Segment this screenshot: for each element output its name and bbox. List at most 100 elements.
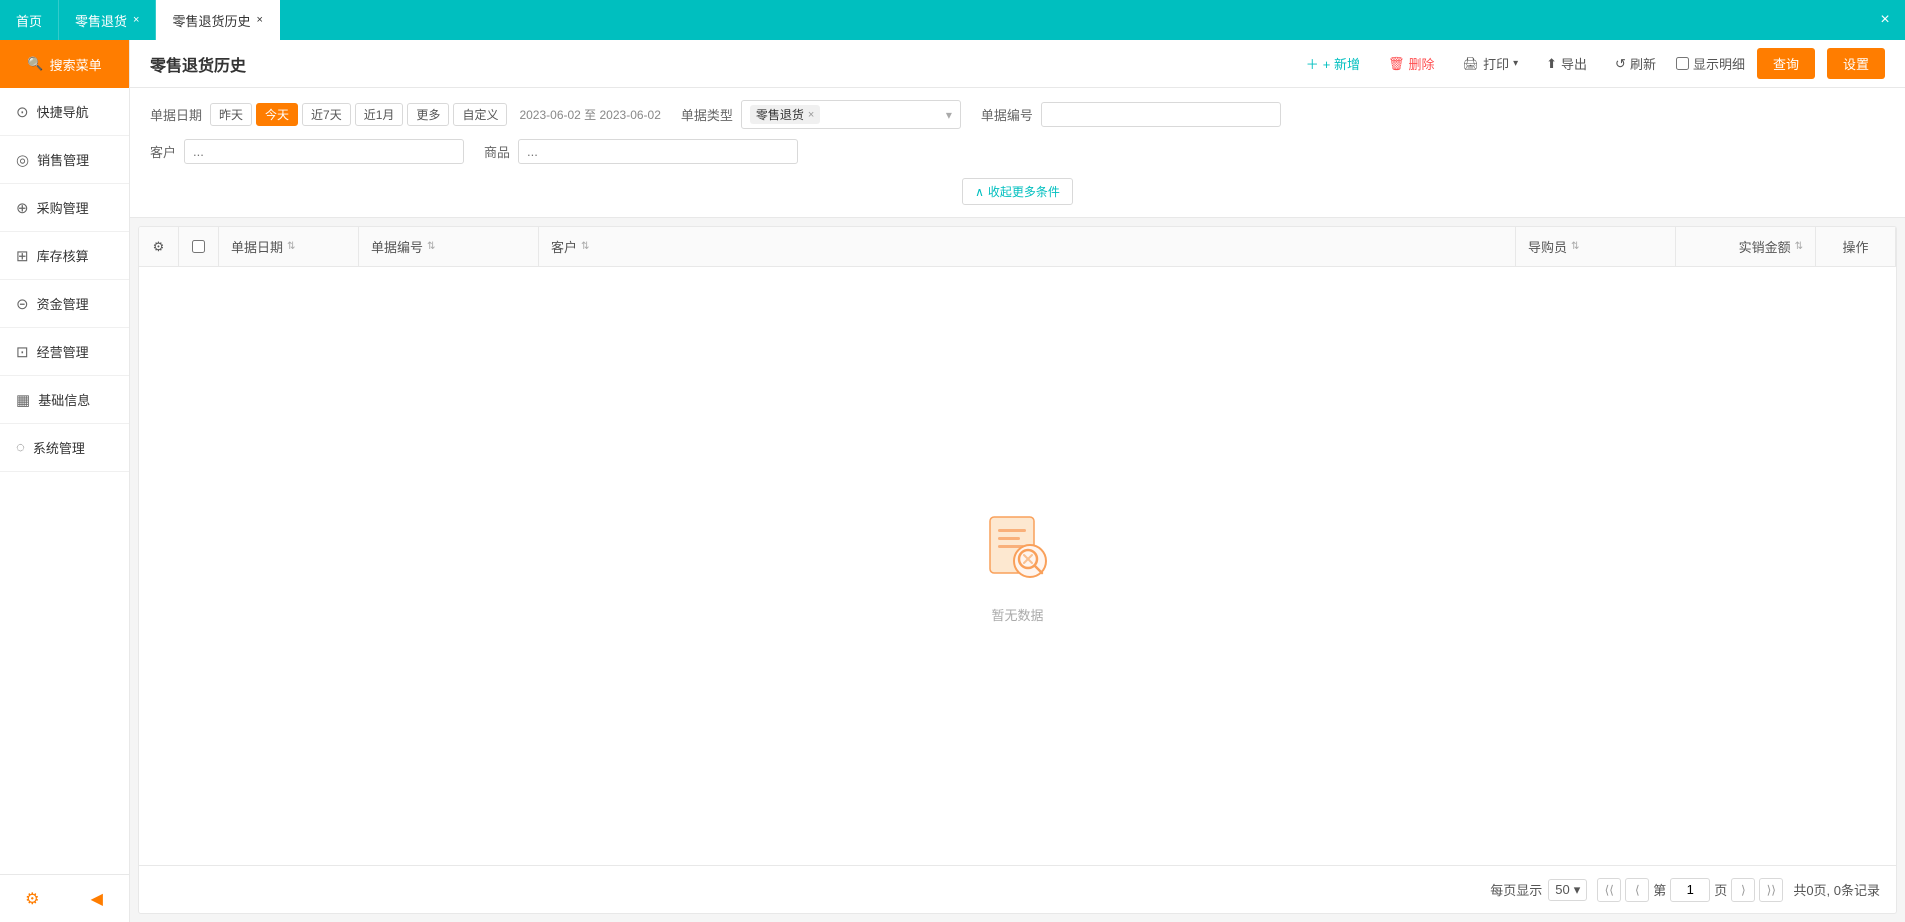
type-tag-value: 零售退货	[756, 106, 804, 123]
first-page-button[interactable]: ⟨⟨	[1597, 878, 1621, 902]
th-operation: 操作	[1816, 227, 1896, 266]
top-bar: 首页 零售退货 × 零售退货历史 × ×	[0, 0, 1905, 40]
date-btn-7days[interactable]: 近7天	[302, 103, 351, 126]
goods-input[interactable]	[518, 139, 798, 164]
per-page-chevron: ▾	[1574, 882, 1581, 898]
search-icon: 🔍	[27, 56, 43, 72]
purchase-icon: ⊕	[16, 199, 29, 217]
new-label: + 新增	[1323, 54, 1360, 73]
th-checkbox[interactable]	[179, 227, 219, 266]
th-date[interactable]: 单据日期 ⇅	[219, 227, 359, 266]
tab-retail-return-close[interactable]: ×	[133, 14, 139, 26]
collapse-button[interactable]: ∧ 收起更多条件	[962, 178, 1073, 205]
type-tag: 零售退货 ×	[750, 105, 820, 124]
sidebar-item-system-mgmt[interactable]: ◌ 系统管理	[0, 424, 129, 472]
delete-button[interactable]: 🗑 删除	[1380, 50, 1443, 77]
tab-retail-return[interactable]: 零售退货 ×	[59, 0, 156, 40]
sidebar-item-sales-mgmt-label: 销售管理	[37, 150, 89, 169]
date-btn-custom[interactable]: 自定义	[453, 103, 507, 126]
type-select[interactable]: 零售退货 × ▾	[741, 100, 961, 129]
goods-filter: 商品	[484, 139, 798, 164]
refresh-button[interactable]: ↺ 刷新	[1607, 50, 1664, 77]
query-button[interactable]: 查询	[1757, 48, 1815, 79]
show-detail-checkbox-input[interactable]	[1676, 57, 1689, 70]
th-customer[interactable]: 客户 ⇅	[539, 227, 1516, 266]
last-page-button[interactable]: ⟩⟩	[1759, 878, 1783, 902]
sidebar-item-system-mgmt-label: 系统管理	[33, 438, 85, 457]
th-settings[interactable]: ⚙	[139, 227, 179, 266]
export-label: 导出	[1561, 54, 1587, 73]
table-header: ⚙ 单据日期 ⇅ 单据编号 ⇅ 客户 ⇅ 导购员	[139, 227, 1896, 267]
th-order-no[interactable]: 单据编号 ⇅	[359, 227, 539, 266]
select-all-checkbox[interactable]	[192, 240, 205, 253]
finance-icon: ⊝	[16, 295, 29, 313]
sidebar-item-quick-nav[interactable]: ⊙ 快捷导航	[0, 88, 129, 136]
print-icon: 🖨	[1463, 56, 1480, 72]
tab-home-label: 首页	[16, 11, 42, 30]
sidebar-search-label: 搜索菜单	[50, 55, 102, 74]
th-amount-label: 实销金额	[1739, 237, 1791, 256]
home-icon: ⊙	[16, 103, 29, 121]
sidebar-item-inventory-label: 库存核算	[37, 246, 89, 265]
window-close-button[interactable]: ×	[1865, 0, 1905, 40]
print-button[interactable]: 🖨 打印 ▾	[1455, 50, 1527, 77]
type-tag-close[interactable]: ×	[808, 109, 814, 121]
th-customer-label: 客户	[551, 237, 577, 256]
export-icon: ⬆	[1546, 56, 1557, 72]
sidebar-item-inventory[interactable]: ⊞ 库存核算	[0, 232, 129, 280]
th-amount[interactable]: 实销金额 ⇅	[1676, 227, 1816, 266]
tab-list: 首页 零售退货 × 零售退货历史 ×	[0, 0, 1865, 40]
th-guide-label: 导购员	[1528, 237, 1567, 256]
sidebar-settings-button[interactable]: ⚙	[0, 875, 65, 922]
main-layout: 🔍 搜索菜单 ⊙ 快捷导航 ◎ 销售管理 ⊕ 采购管理 ⊞ 库存核算 ⊝ 资金管…	[0, 40, 1905, 922]
collapse-label: 收起更多条件	[988, 183, 1060, 200]
refresh-label: 刷新	[1630, 54, 1656, 73]
show-detail-checkbox[interactable]: 显示明细	[1676, 54, 1745, 73]
settings-button[interactable]: 设置	[1827, 48, 1885, 79]
next-page-button[interactable]: ⟩	[1731, 878, 1755, 902]
th-order-no-label: 单据编号	[371, 237, 423, 256]
goods-filter-label: 商品	[484, 142, 510, 161]
sidebar-item-purchase-mgmt-label: 采购管理	[37, 198, 89, 217]
per-page-value: 50	[1555, 882, 1569, 897]
date-btn-today[interactable]: 今天	[256, 103, 298, 126]
date-btn-yesterday[interactable]: 昨天	[210, 103, 252, 126]
tab-home[interactable]: 首页	[0, 0, 59, 40]
sidebar-item-basic-info[interactable]: ▦ 基础信息	[0, 376, 129, 424]
content-area: 零售退货历史 ＋ + 新增 🗑 删除 🖨 打印 ▾ ⬆ 导出	[130, 40, 1905, 922]
show-detail-label: 显示明细	[1693, 54, 1745, 73]
tab-retail-return-history[interactable]: 零售退货历史 ×	[156, 0, 279, 40]
order-no-filter-label: 单据编号	[981, 105, 1033, 124]
page-nav: ⟨⟨ ⟨ 第 页 ⟩ ⟩⟩	[1597, 878, 1783, 902]
prev-page-button[interactable]: ⟨	[1625, 878, 1649, 902]
type-filter-label: 单据类型	[681, 105, 733, 124]
export-button[interactable]: ⬆ 导出	[1538, 50, 1595, 77]
table-area: ⚙ 单据日期 ⇅ 单据编号 ⇅ 客户 ⇅ 导购员	[138, 226, 1897, 914]
per-page-select[interactable]: 50 ▾	[1548, 879, 1587, 901]
type-filter: 单据类型 零售退货 × ▾	[681, 100, 961, 129]
new-button[interactable]: ＋ + 新增	[1298, 50, 1368, 77]
sidebar-item-finance[interactable]: ⊝ 资金管理	[0, 280, 129, 328]
filter-row-1: 单据日期 昨天 今天 近7天 近1月 更多 自定义 2023-06-02 至 2…	[150, 100, 1885, 129]
date-btn-more[interactable]: 更多	[407, 103, 449, 126]
page-label: 第	[1653, 880, 1666, 899]
customer-filter: 客户	[150, 139, 464, 164]
sidebar-item-purchase-mgmt[interactable]: ⊕ 采购管理	[0, 184, 129, 232]
sidebar-item-sales-mgmt[interactable]: ◎ 销售管理	[0, 136, 129, 184]
pagination-summary: 共0页, 0条记录	[1793, 880, 1880, 899]
sidebar-item-finance-label: 资金管理	[37, 294, 89, 313]
settings-icon: ⚙	[153, 239, 165, 255]
th-guide[interactable]: 导购员 ⇅	[1516, 227, 1676, 266]
tab-retail-return-history-close[interactable]: ×	[256, 14, 262, 26]
page-input[interactable]	[1670, 878, 1710, 902]
th-amount-sort-icon: ⇅	[1795, 241, 1803, 252]
customer-input[interactable]	[184, 139, 464, 164]
date-btn-1month[interactable]: 近1月	[355, 103, 404, 126]
sidebar-collapse-button[interactable]: ◀	[65, 875, 130, 922]
sidebar-search[interactable]: 🔍 搜索菜单	[0, 40, 129, 88]
empty-text: 暂无数据	[991, 605, 1043, 624]
sidebar-item-operations-label: 经营管理	[37, 342, 89, 361]
order-no-input[interactable]	[1041, 102, 1281, 127]
system-icon: ◌	[16, 439, 25, 456]
sidebar-item-operations[interactable]: ⊡ 经营管理	[0, 328, 129, 376]
